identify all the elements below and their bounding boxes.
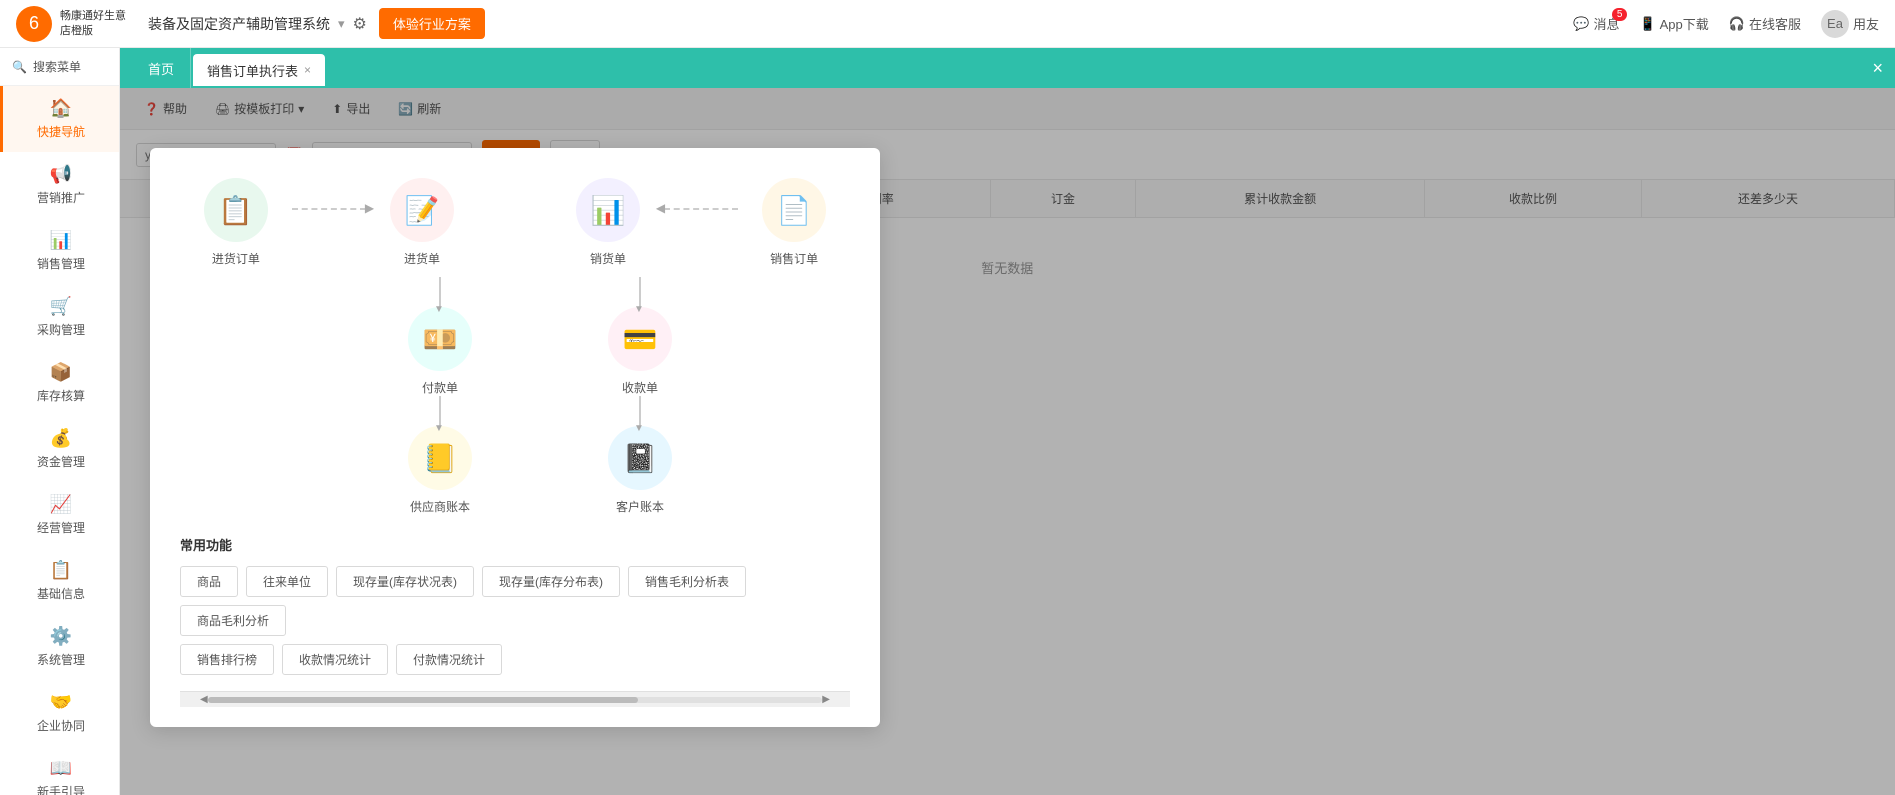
payment-label: 付款单: [422, 379, 458, 396]
sales-order-icon: 📄: [762, 178, 826, 242]
search-menu[interactable]: 🔍 搜索菜单: [0, 48, 119, 86]
sidebar-item-purchase[interactable]: 🛒 采购管理: [0, 284, 119, 350]
sales-icon: 📊: [50, 230, 72, 251]
func-buttons-row1: 商品 往来单位 现存量(库存状况表) 现存量(库存分布表) 销售毛利分析表 商品…: [180, 566, 850, 636]
sales-icon: 📊: [576, 178, 640, 242]
func-btn-sales-rank[interactable]: 销售排行榜: [180, 644, 274, 675]
marketing-icon: 📢: [50, 164, 72, 185]
sales-order-label: 销售订单: [770, 250, 818, 267]
sidebar: 🔍 搜索菜单 🏠 快捷导航 📢 营销推广 📊 销售管理 🛒 采购管理 📦: [0, 48, 120, 795]
search-icon: 🔍: [12, 60, 27, 74]
func-btn-sales-profit[interactable]: 销售毛利分析表: [628, 566, 746, 597]
message-icon: 💬: [1573, 16, 1589, 32]
purchase-order-label: 进货订单: [212, 250, 260, 267]
receipt-icon: 💳: [608, 307, 672, 371]
receipt-label: 收款单: [622, 379, 658, 396]
logo-icon: 6: [16, 6, 52, 42]
customer-ledger-label: 客户账本: [616, 498, 664, 515]
sidebar-item-system[interactable]: ⚙️ 系统管理: [0, 614, 119, 680]
gear-icon[interactable]: ⚙: [353, 14, 367, 34]
sidebar-item-operation[interactable]: 📈 经营管理: [0, 482, 119, 548]
avatar: Ea: [1821, 10, 1849, 38]
purchase-icon: 🛒: [50, 296, 72, 317]
message-badge: 5: [1612, 8, 1628, 21]
func-btn-receipt-stat[interactable]: 收款情况统计: [282, 644, 388, 675]
scroll-track[interactable]: [208, 697, 823, 703]
func-btn-goods-profit[interactable]: 商品毛利分析: [180, 605, 286, 636]
sales-label: 销货单: [590, 250, 626, 267]
payment-icon: 💴: [408, 307, 472, 371]
func-btn-payment-stat[interactable]: 付款情况统计: [396, 644, 502, 675]
sidebar-item-finance[interactable]: 💰 资金管理: [0, 416, 119, 482]
download-icon: 📱: [1639, 16, 1655, 32]
tab-sales-order-exec[interactable]: 销售订单执行表 ×: [193, 54, 325, 86]
operation-icon: 📈: [50, 494, 72, 515]
guide-icon: 📖: [50, 758, 72, 779]
customer-ledger-icon: 📓: [608, 426, 672, 490]
supplier-ledger-icon: 📒: [408, 426, 472, 490]
system-icon: ⚙️: [50, 626, 72, 647]
customer-ledger-node[interactable]: 📓 客户账本: [580, 426, 700, 515]
sales-node[interactable]: 📊 销货单: [552, 178, 664, 267]
sidebar-item-guide[interactable]: 📖 新手引导: [0, 746, 119, 795]
func-btn-stock-status[interactable]: 现存量(库存状况表): [336, 566, 474, 597]
app-title-area: 装备及固定资产辅助管理系统 ▾ ⚙: [148, 14, 367, 34]
supplier-ledger-label: 供应商账本: [410, 498, 470, 515]
user-menu[interactable]: Ea 用友: [1821, 10, 1879, 38]
receipt-node[interactable]: 💳 收款单: [580, 307, 700, 396]
purchase-node[interactable]: 📝 进货单: [366, 178, 478, 267]
finance-icon: 💰: [50, 428, 72, 449]
scroll-left-icon[interactable]: ◀: [200, 694, 208, 705]
trial-button[interactable]: 体验行业方案: [379, 8, 485, 39]
online-service-button[interactable]: 🎧 在线客服: [1729, 14, 1801, 33]
app-download-button[interactable]: 📱 App下载: [1639, 14, 1708, 33]
overlay[interactable]: 📋 进货订单 ▶: [120, 88, 1895, 795]
purchase-order-icon: 📋: [204, 178, 268, 242]
scroll-bar[interactable]: ◀ ▶: [180, 691, 850, 707]
common-functions: 常用功能 商品 往来单位 现存量(库存状况表) 现存量(库存分布表) 销售毛利分…: [180, 535, 850, 675]
sidebar-item-quick-nav[interactable]: 🏠 快捷导航: [0, 86, 119, 152]
top-header: 6 畅康通好生意店橙版 装备及固定资产辅助管理系统 ▾ ⚙ 体验行业方案 💬 消…: [0, 0, 1895, 48]
app-title: 装备及固定资产辅助管理系统: [148, 14, 330, 34]
base-icon: 📋: [50, 560, 72, 581]
payment-node[interactable]: 💴 付款单: [380, 307, 500, 396]
scroll-right-icon[interactable]: ▶: [822, 694, 830, 705]
logo-area: 6 畅康通好生意店橙版: [16, 6, 136, 42]
page-area: ❓ 帮助 🖨 按模板打印 ▾ ⬆ 导出 🔄 刷新: [120, 88, 1895, 795]
sales-order-node[interactable]: 📄 销售订单: [738, 178, 850, 267]
chevron-down-icon[interactable]: ▾: [338, 16, 345, 32]
func-btn-partners[interactable]: 往来单位: [246, 566, 328, 597]
sidebar-item-inventory[interactable]: 📦 库存核算: [0, 350, 119, 416]
inventory-icon: 📦: [50, 362, 72, 383]
tab-bar: 首页 销售订单执行表 × ×: [120, 48, 1895, 88]
purchase-order-node[interactable]: 📋 进货订单: [180, 178, 292, 267]
common-functions-title: 常用功能: [180, 535, 850, 554]
sidebar-item-sales[interactable]: 📊 销售管理: [0, 218, 119, 284]
collab-icon: 🤝: [50, 692, 72, 713]
func-buttons-row2: 销售排行榜 收款情况统计 付款情况统计: [180, 644, 850, 675]
main-content: 🔍 搜索菜单 🏠 快捷导航 📢 营销推广 📊 销售管理 🛒 采购管理 📦: [0, 48, 1895, 795]
purchase-label: 进货单: [404, 250, 440, 267]
sidebar-item-base[interactable]: 📋 基础信息: [0, 548, 119, 614]
supplier-ledger-node[interactable]: 📒 供应商账本: [380, 426, 500, 515]
sidebar-item-marketing[interactable]: 📢 营销推广: [0, 152, 119, 218]
header-right: 💬 消息 5 📱 App下载 🎧 在线客服 Ea 用友: [1573, 10, 1879, 38]
message-button[interactable]: 💬 消息 5: [1573, 14, 1619, 33]
tab-bar-close-icon[interactable]: ×: [1872, 58, 1883, 79]
func-btn-stock-dist[interactable]: 现存量(库存分布表): [482, 566, 620, 597]
scroll-thumb: [208, 697, 638, 703]
quick-nav-popup: 📋 进货订单 ▶: [150, 148, 880, 727]
tab-close-icon[interactable]: ×: [304, 63, 311, 77]
purchase-icon: 📝: [390, 178, 454, 242]
tab-home[interactable]: 首页: [132, 48, 191, 88]
headset-icon: 🎧: [1729, 16, 1745, 32]
home-icon: 🏠: [50, 98, 72, 119]
sidebar-item-collab[interactable]: 🤝 企业协同: [0, 680, 119, 746]
logo-text: 畅康通好生意店橙版: [60, 9, 126, 38]
func-btn-goods[interactable]: 商品: [180, 566, 238, 597]
